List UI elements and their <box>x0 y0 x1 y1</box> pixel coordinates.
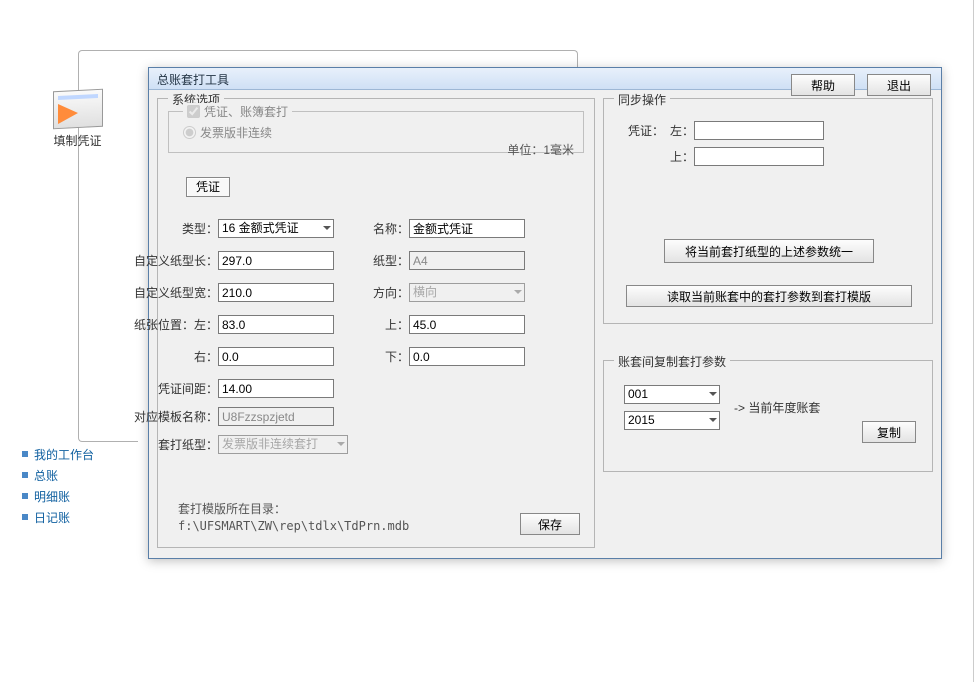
dialog-title: 总账套打工具 <box>157 73 229 87</box>
paper-len-input[interactable] <box>218 251 334 270</box>
arrow-label: -> 当前年度账套 <box>734 399 820 416</box>
pos-right-input[interactable] <box>218 347 334 366</box>
sync-top-input[interactable] <box>694 147 824 166</box>
pos-top-label: 上： <box>373 316 409 333</box>
name-input[interactable] <box>409 219 525 238</box>
voucher-tab[interactable]: 凭证 <box>186 177 230 197</box>
system-options-group: 系统选项 凭证、账簿套打 发票版非连续 单位：1毫米 凭证 类型： 16 金额式… <box>157 98 595 548</box>
link-general-ledger[interactable]: 总账 <box>22 465 94 486</box>
template-dir-path: f:\UFSMART\ZW\rep\tdlx\TdPrn.mdb <box>178 519 409 533</box>
shortcut-caption: 填制凭证 <box>45 132 110 149</box>
bracket-lower <box>78 142 138 442</box>
type-label: 类型： <box>182 220 218 237</box>
voucher-book-checkbox: 凭证、账簿套打 <box>183 103 292 120</box>
unit-label: 单位：1毫米 <box>507 141 574 158</box>
sync-top-label: 上： <box>664 148 694 165</box>
print-type-label: 套打纸型： <box>158 436 218 453</box>
interval-label: 凭证间距： <box>158 380 218 397</box>
paper-wid-input[interactable] <box>218 283 334 302</box>
voucher-book-check <box>187 105 200 118</box>
paper-type-label: 纸型： <box>373 252 409 269</box>
paper-wid-label: 自定义纸型宽： <box>134 284 218 301</box>
unify-params-button[interactable]: 将当前套打纸型的上述参数统一 <box>664 239 874 263</box>
voucher-entry-shortcut[interactable]: 填制凭证 <box>45 90 110 149</box>
pos-left-label: 纸张位置：左： <box>134 316 218 333</box>
pos-left-input[interactable] <box>218 315 334 334</box>
sync-group: 同步操作 凭证： 左： 上： 将当前套打纸型的上述参数统一 读取当前账套中的套打… <box>603 98 933 324</box>
document-pencil-icon <box>53 89 103 130</box>
read-params-button[interactable]: 读取当前账套中的套打参数到套打模版 <box>626 285 912 307</box>
orient-select: 横向 <box>409 283 525 302</box>
type-select[interactable]: 16 金额式凭证 <box>218 219 334 238</box>
invoice-noncontinuous-radio: 发票版非连续 <box>183 124 272 141</box>
sync-left-input[interactable] <box>694 121 824 140</box>
copy-group: 账套间复制套打参数 001 2015 -> 当前年度账套 复制 <box>603 360 933 472</box>
paper-len-label: 自定义纸型长： <box>134 252 218 269</box>
pos-top-input[interactable] <box>409 315 525 334</box>
print-tool-dialog: 总账套打工具 系统选项 凭证、账簿套打 发票版非连续 单位：1毫米 凭证 类型： <box>148 67 942 559</box>
copy-legend: 账套间复制套打参数 <box>614 353 730 370</box>
name-label: 名称： <box>373 220 409 237</box>
template-input <box>218 407 334 426</box>
orient-label: 方向： <box>373 284 409 301</box>
print-type-select: 发票版非连续套打 <box>218 435 348 454</box>
sync-legend: 同步操作 <box>614 91 670 108</box>
paper-type-input <box>409 251 525 270</box>
footer-buttons: 帮助 退出 <box>791 74 931 96</box>
year-select[interactable]: 2015 <box>624 411 720 430</box>
interval-input[interactable] <box>218 379 334 398</box>
sync-voucher-label: 凭证： <box>624 122 664 139</box>
link-workbench[interactable]: 我的工作台 <box>22 444 94 465</box>
link-detail-ledger[interactable]: 明细账 <box>22 486 94 507</box>
sync-left-label: 左： <box>664 122 694 139</box>
pos-bottom-label: 下： <box>373 348 409 365</box>
side-links: 我的工作台 总账 明细账 日记账 <box>22 444 94 528</box>
pos-right-label: 右： <box>134 348 218 365</box>
template-dir-label: 套打模版所在目录： <box>178 500 286 517</box>
invoice-radio <box>183 126 196 139</box>
template-label: 对应模板名称： <box>134 408 218 425</box>
pos-bottom-input[interactable] <box>409 347 525 366</box>
exit-button[interactable]: 退出 <box>867 74 931 96</box>
link-journal[interactable]: 日记账 <box>22 507 94 528</box>
account-select[interactable]: 001 <box>624 385 720 404</box>
save-button[interactable]: 保存 <box>520 513 580 535</box>
copy-button[interactable]: 复制 <box>862 421 916 443</box>
help-button[interactable]: 帮助 <box>791 74 855 96</box>
